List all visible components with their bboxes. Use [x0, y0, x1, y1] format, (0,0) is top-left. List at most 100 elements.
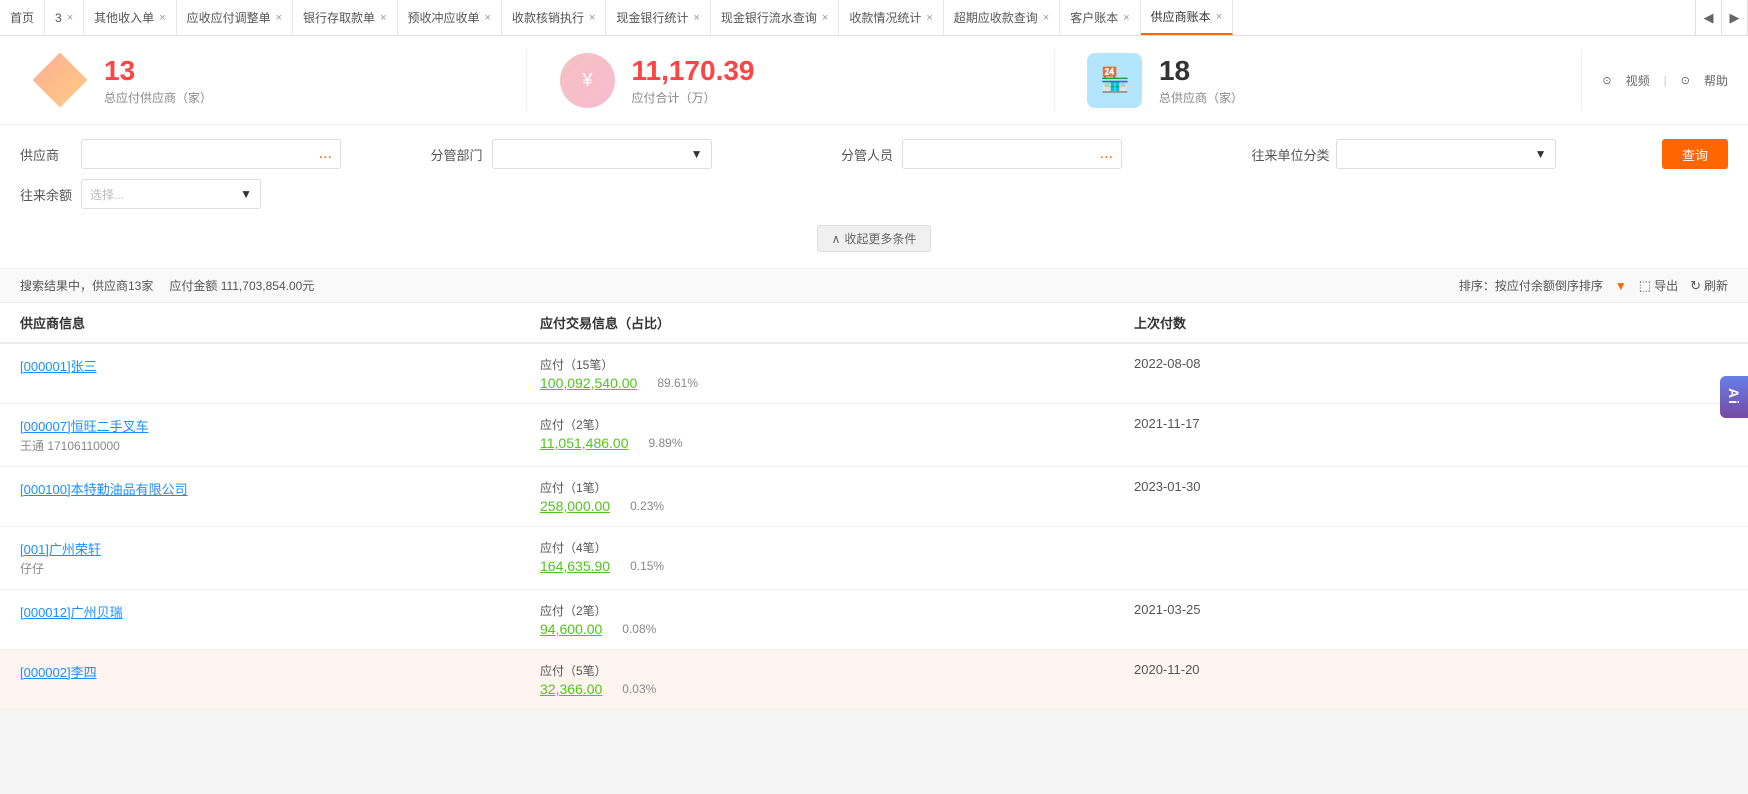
payable-label: 应付（4笔）: [540, 539, 1134, 556]
supplier-count-text: 搜索结果中，供应商13家: [20, 277, 153, 294]
supplier-link[interactable]: [000001]张三: [20, 359, 97, 374]
supplier-link[interactable]: [000002]李四: [20, 665, 97, 680]
payable-row: 100,092,540.00 89.61%: [540, 375, 1134, 391]
close-icon[interactable]: ×: [380, 12, 386, 24]
payable-row: 258,000.00 0.23%: [540, 498, 1134, 514]
total-payable-suppliers-label: 总应付供应商（家）: [104, 89, 212, 106]
sort-dropdown-icon[interactable]: ▼: [1615, 279, 1627, 293]
nav-tab-bank[interactable]: 银行存取款单 ×: [293, 0, 397, 35]
table-row[interactable]: [000001]张三 应付（15笔） 100,092,540.00 89.61%…: [0, 344, 1748, 404]
supplier-link[interactable]: [001]广州荣轩: [20, 542, 101, 557]
last-pay-cell: 2023-01-30: [1134, 479, 1728, 494]
filter-category: 往来单位分类 ▼: [1252, 139, 1647, 169]
collapse-button[interactable]: ∧ 收起更多条件: [817, 225, 932, 252]
diamond-icon: [33, 53, 88, 108]
nav-tab-collect-stats-label: 收款情况统计: [849, 9, 921, 26]
supplier-dots-icon[interactable]: ...: [319, 145, 332, 163]
close-icon[interactable]: ×: [693, 12, 699, 24]
payable-amount[interactable]: 258,000.00: [540, 498, 610, 514]
nav-tab-customer-ledger[interactable]: 客户账本 ×: [1060, 0, 1140, 35]
help-link[interactable]: 帮助: [1704, 72, 1728, 89]
balance-select[interactable]: 选择... ▼: [81, 179, 261, 209]
payable-amount[interactable]: 164,635.90: [540, 558, 610, 574]
video-link[interactable]: 视频: [1626, 72, 1650, 89]
nav-tab-advance-label: 预收冲应收单: [408, 9, 480, 26]
payable-amount[interactable]: 100,092,540.00: [540, 375, 637, 391]
query-button[interactable]: 查询: [1662, 139, 1728, 169]
nav-tab-overdue[interactable]: 超期应收款查询 ×: [944, 0, 1060, 35]
close-icon[interactable]: ×: [485, 12, 491, 24]
dept-select[interactable]: ▼: [492, 139, 712, 169]
close-icon[interactable]: ×: [1216, 11, 1222, 23]
payable-label: 应付（15笔）: [540, 356, 1134, 373]
ai-float-button[interactable]: Ai: [1720, 376, 1748, 418]
supplier-link[interactable]: [000012]广州贝瑞: [20, 605, 123, 620]
nav-tab-cash-flow[interactable]: 现金银行流水查询 ×: [711, 0, 839, 35]
table-row[interactable]: [001]广州荣轩 仔仔 应付（4笔） 164,635.90 0.15%: [0, 527, 1748, 590]
close-icon[interactable]: ×: [822, 12, 828, 24]
person-input[interactable]: ...: [902, 139, 1122, 169]
summary-card-2: ¥ 11,170.39 应付合计（万）: [527, 50, 1054, 110]
last-pay-cell: 2022-08-08: [1134, 356, 1728, 371]
table-row[interactable]: [000002]李四 应付（5笔） 32,366.00 0.03% 2020-1…: [0, 650, 1748, 710]
supplier-link[interactable]: [000100]本特勤油品有限公司: [20, 482, 188, 497]
payable-amount[interactable]: 32,366.00: [540, 681, 602, 697]
filter-section: 供应商 ... 分管部门 ▼ 分管人员 ... 往来单位分类 ▼: [0, 125, 1748, 269]
export-button[interactable]: ⬚ 导出: [1639, 277, 1678, 294]
supplier-info-cell: [000012]广州贝瑞: [20, 602, 540, 621]
last-pay-cell: 2020-11-20: [1134, 662, 1728, 677]
nav-tab-collection[interactable]: 收款核销执行 ×: [502, 0, 606, 35]
nav-prev-button[interactable]: ◀: [1696, 0, 1722, 36]
supplier-sub: 王通 17106110000: [20, 437, 540, 454]
col-lastpay-header: 上次付数: [1134, 313, 1728, 332]
total-payable-amount-number: 11,170.39: [631, 54, 754, 88]
close-icon[interactable]: ×: [589, 12, 595, 24]
payable-row: 32,366.00 0.03%: [540, 681, 1134, 697]
balance-filter-label: 往来余额: [20, 185, 75, 204]
export-icon: ⬚: [1639, 278, 1651, 294]
last-pay-cell: 2021-03-25: [1134, 602, 1728, 617]
nav-tab-supplier-ledger[interactable]: 供应商账本 ×: [1141, 0, 1233, 35]
play-icon: ⊙: [1602, 74, 1611, 87]
payable-info-cell: 应付（2笔） 11,051,486.00 9.89%: [540, 416, 1134, 451]
table-row[interactable]: [000012]广州贝瑞 应付（2笔） 94,600.00 0.08% 2021…: [0, 590, 1748, 650]
table-row[interactable]: [000100]本特勤油品有限公司 应付（1笔） 258,000.00 0.23…: [0, 467, 1748, 527]
last-pay-cell: 2021-11-17: [1134, 416, 1728, 431]
nav-next-button[interactable]: ▶: [1722, 0, 1748, 36]
nav-tab-cash-stats[interactable]: 现金银行统计 ×: [606, 0, 710, 35]
nav-tab-advance[interactable]: 预收冲应收单 ×: [398, 0, 502, 35]
nav-tab-adjustment[interactable]: 应收应付调整单 ×: [177, 0, 293, 35]
table-row[interactable]: [000007]恒旺二手叉车 王通 17106110000 应付（2笔） 11,…: [0, 404, 1748, 467]
close-icon[interactable]: ×: [1123, 12, 1129, 24]
dept-dropdown-icon: ▼: [691, 147, 703, 161]
nav-tab-other-income[interactable]: 其他收入单 ×: [84, 0, 176, 35]
payable-amount[interactable]: 94,600.00: [540, 621, 602, 637]
person-dots-icon[interactable]: ...: [1100, 145, 1113, 163]
payable-info-cell: 应付（15笔） 100,092,540.00 89.61%: [540, 356, 1134, 391]
circle-icon: ¥: [560, 53, 615, 108]
supplier-filter-label: 供应商: [20, 145, 75, 164]
filter-row-2: 往来余额 选择... ▼: [20, 179, 1728, 209]
col-supplier-header: 供应商信息: [20, 313, 540, 332]
nav-tab-3[interactable]: 3 ×: [45, 0, 84, 35]
refresh-button[interactable]: ↻ 刷新: [1690, 277, 1728, 294]
payable-amount[interactable]: 11,051,486.00: [540, 435, 629, 451]
supplier-info-cell: [000100]本特勤油品有限公司: [20, 479, 540, 498]
summary-text-2: 11,170.39 应付合计（万）: [631, 54, 754, 107]
close-icon[interactable]: ×: [67, 12, 73, 24]
balance-dropdown-icon: ▼: [240, 187, 252, 201]
payable-label: 应付（2笔）: [540, 602, 1134, 619]
total-payable-amount-label: 应付合计（万）: [631, 89, 754, 106]
category-select[interactable]: ▼: [1336, 139, 1556, 169]
payable-row: 164,635.90 0.15%: [540, 558, 1134, 574]
close-icon[interactable]: ×: [1043, 12, 1049, 24]
supplier-input[interactable]: ...: [81, 139, 341, 169]
supplier-link[interactable]: [000007]恒旺二手叉车: [20, 419, 149, 434]
close-icon[interactable]: ×: [276, 12, 282, 24]
nav-tab-collect-stats[interactable]: 收款情况统计 ×: [839, 0, 943, 35]
nav-tab-home[interactable]: 首页: [0, 0, 45, 35]
close-icon[interactable]: ×: [159, 12, 165, 24]
table-scroll-area[interactable]: [000001]张三 应付（15笔） 100,092,540.00 89.61%…: [0, 344, 1748, 710]
export-label: 导出: [1654, 277, 1678, 294]
close-icon[interactable]: ×: [926, 12, 932, 24]
